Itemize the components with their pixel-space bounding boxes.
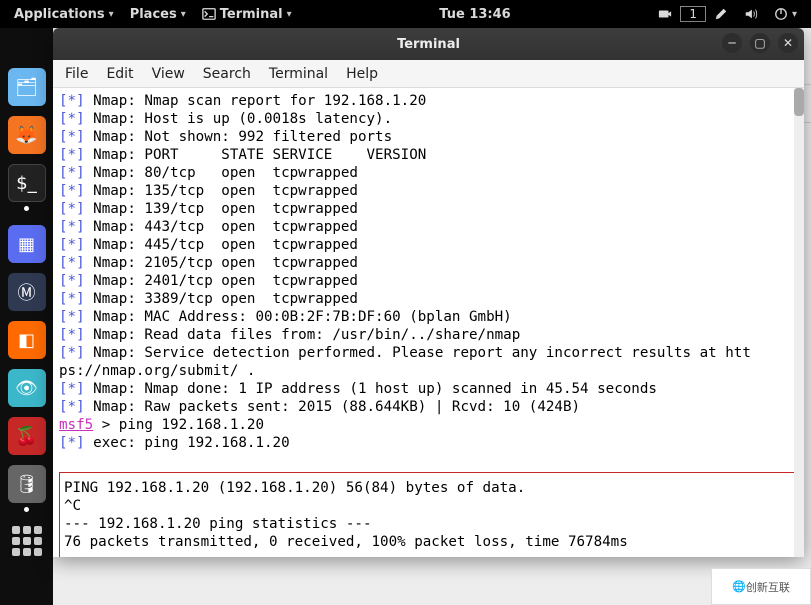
minimize-button[interactable]: ─	[722, 33, 742, 53]
maximize-button[interactable]: ▢	[750, 33, 770, 53]
dock-recon-icon[interactable]: 👁	[8, 369, 46, 407]
close-button[interactable]: ✕	[778, 33, 798, 53]
clock[interactable]: Tue 13:46	[431, 7, 518, 22]
terminal-scrollbar[interactable]	[794, 88, 804, 557]
watermark: 🌐 创新互联	[711, 568, 811, 605]
terminal-window: Terminal ─ ▢ ✕ File Edit View Search Ter…	[53, 28, 804, 557]
menu-help[interactable]: Help	[346, 66, 378, 82]
terminal-icon	[202, 7, 216, 21]
applications-menu[interactable]: Applications ▾	[6, 7, 122, 22]
menu-view[interactable]: View	[152, 66, 185, 82]
terminal-appmenu[interactable]: Terminal ▾	[194, 7, 300, 22]
dock-burp-icon[interactable]: ◧	[8, 321, 46, 359]
left-dock: 🗂 🦊 $_ ▦ Ⓜ ◧ 👁 🍒 🛢	[0, 28, 53, 605]
dock-text-editor-icon[interactable]: ▦	[8, 225, 46, 263]
camera-icon[interactable]	[650, 7, 680, 21]
menu-search[interactable]: Search	[203, 66, 251, 82]
dock-metasploit-icon[interactable]: Ⓜ	[8, 273, 46, 311]
gnome-top-panel: Applications ▾ Places ▾ Terminal ▾ Tue 1…	[0, 0, 811, 28]
dock-cherrytree-icon[interactable]: 🍒	[8, 417, 46, 455]
dock-firefox-icon[interactable]: 🦊	[8, 116, 46, 154]
places-menu[interactable]: Places ▾	[122, 7, 194, 22]
menu-terminal[interactable]: Terminal	[269, 66, 328, 82]
menu-file[interactable]: File	[65, 66, 88, 82]
terminal-title: Terminal	[397, 37, 460, 52]
brush-icon[interactable]	[706, 7, 736, 21]
dock-terminal-icon[interactable]: $_	[8, 164, 46, 202]
dock-sqlitebrowser-icon[interactable]: 🛢	[8, 465, 46, 503]
workspace-indicator[interactable]: 1	[680, 6, 706, 22]
dock-show-apps-icon[interactable]	[12, 526, 42, 556]
volume-icon[interactable]	[736, 7, 766, 21]
terminal-titlebar[interactable]: Terminal ─ ▢ ✕	[53, 28, 804, 60]
terminal-menubar: File Edit View Search Terminal Help	[53, 60, 804, 88]
menu-edit[interactable]: Edit	[106, 66, 133, 82]
terminal-body[interactable]: [*] Nmap: Nmap scan report for 192.168.1…	[53, 88, 804, 557]
power-menu[interactable]: ▾	[766, 7, 805, 21]
dock-files-icon[interactable]: 🗂	[8, 68, 46, 106]
